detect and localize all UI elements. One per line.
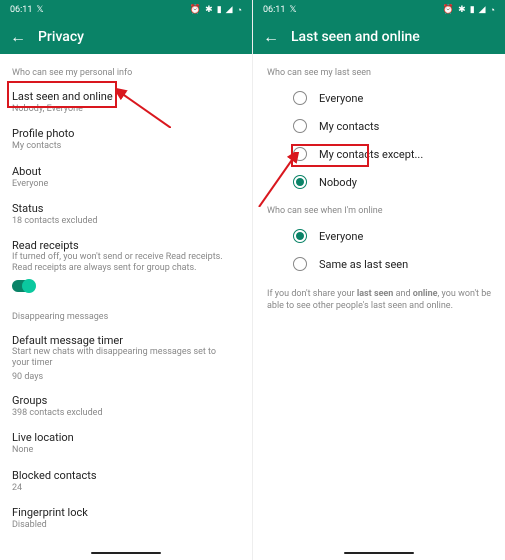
item-about[interactable]: About Everyone [12,159,240,196]
opt-online-same[interactable]: Same as last seen [265,250,493,278]
item-fingerprint[interactable]: Fingerprint lock Disabled [12,500,240,537]
lastseen-content: Who can see my last seen Everyone My con… [253,54,505,560]
item-last-seen[interactable]: Last seen and online Nobody, Everyone [12,84,240,121]
radio-icon-selected [293,229,307,243]
opt-contacts-except[interactable]: My contacts except... [265,140,493,168]
page-title: Privacy [38,29,84,45]
header-lastseen: ← Last seen and online [253,20,505,54]
status-time: 06:11 [10,5,32,15]
status-bar: 06:11 𝕏 ⏰✱▮◢◔ [0,0,252,20]
item-groups[interactable]: Groups 398 contacts excluded [12,388,240,425]
section-personal-info: Who can see my personal info [12,68,240,78]
twitter-icon: 𝕏 [36,5,43,15]
lastseen-screen: 06:11 𝕏 ⏰✱▮◢◔ ← Last seen and online Who… [252,0,505,560]
section-disappearing: Disappearing messages [12,312,240,322]
opt-online-everyone[interactable]: Everyone [265,222,493,250]
opt-contacts[interactable]: My contacts [265,112,493,140]
header-privacy: ← Privacy [0,20,252,54]
item-read-receipts[interactable]: Read receipts If turned off, you won't s… [12,233,240,298]
back-icon[interactable]: ← [10,27,26,47]
item-default-timer[interactable]: Default message timer Start new chats wi… [12,328,240,389]
status-time: 06:11 [263,5,285,15]
status-icons-right: ⏰✱▮◢◔ [443,5,495,16]
radio-icon [293,257,307,271]
section-who-lastseen: Who can see my last seen [265,68,493,78]
opt-nobody[interactable]: Nobody [265,168,493,196]
radio-icon-selected [293,175,307,189]
read-receipts-toggle[interactable] [12,280,34,292]
item-status[interactable]: Status 18 contacts excluded [12,196,240,233]
back-icon[interactable]: ← [263,27,279,47]
note-text: If you don't share your last seen and on… [265,288,493,312]
radio-icon [293,91,307,105]
item-profile-photo[interactable]: Profile photo My contacts [12,121,240,158]
status-bar: 06:11 𝕏 ⏰✱▮◢◔ [253,0,505,20]
timer-value: 90 days [12,372,43,382]
section-who-online: Who can see when I'm online [265,206,493,216]
nav-indicator [344,552,414,555]
radio-icon [293,119,307,133]
privacy-content: Who can see my personal info Last seen a… [0,54,252,560]
page-title: Last seen and online [291,29,420,45]
nav-indicator [91,552,161,555]
privacy-screen: 06:11 𝕏 ⏰✱▮◢◔ ← Privacy Who can see my p… [0,0,252,560]
radio-icon [293,147,307,161]
twitter-icon: 𝕏 [289,5,296,15]
item-live-location[interactable]: Live location None [12,425,240,462]
status-icons-right: ⏰✱▮◢◔ [190,5,242,16]
item-blocked[interactable]: Blocked contacts 24 [12,463,240,500]
opt-everyone[interactable]: Everyone [265,84,493,112]
